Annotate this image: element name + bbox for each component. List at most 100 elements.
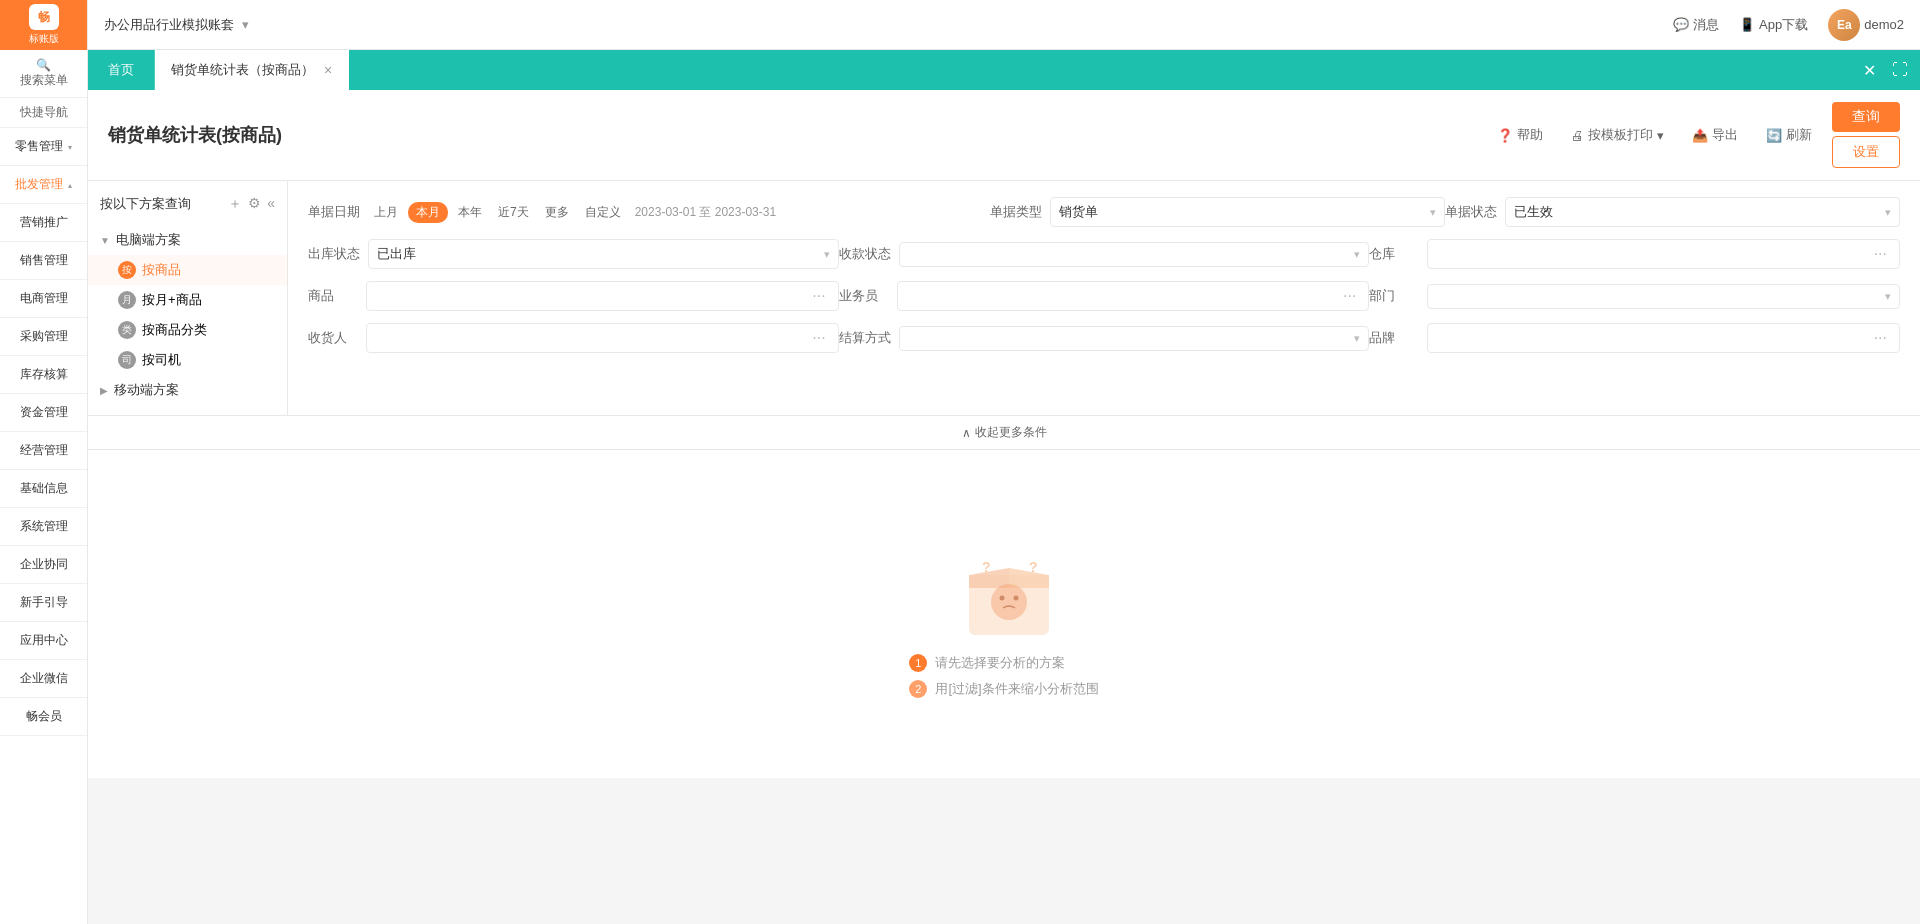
page-header: 销货单统计表(按商品) ❓ 帮助 🖨 按模板打印 ▾ 📤 导出 🔄 刷新: [88, 90, 1920, 181]
sidebar-item-wholesale[interactable]: 批发管理 ▴: [0, 166, 87, 204]
sidebar-item-label: 采购管理: [20, 329, 68, 343]
collect-status-select[interactable]: ▾: [899, 242, 1370, 267]
collapse-btn[interactable]: ∧ 收起更多条件: [962, 424, 1047, 441]
collect-status-chevron-icon: ▾: [1354, 248, 1360, 261]
tab-close-window-btn[interactable]: ✕: [1859, 57, 1880, 84]
tree-item-by-goods[interactable]: 按 按商品: [88, 255, 287, 285]
goods-dots[interactable]: ···: [808, 287, 829, 305]
export-label: 导出: [1712, 126, 1738, 144]
refresh-btn[interactable]: 🔄 刷新: [1758, 122, 1820, 148]
receiver-label: 收货人: [308, 329, 358, 347]
collapse-icon: ∧: [962, 426, 971, 440]
tree-item-by-month-goods[interactable]: 月 按月+商品: [88, 285, 287, 315]
export-btn[interactable]: 📤 导出: [1684, 122, 1746, 148]
filter-section: 按以下方案查询 ＋ ⚙ « ▼ 电脑端方案 按 按商品: [88, 181, 1920, 416]
sidebar-item-ops[interactable]: 经营管理: [0, 432, 87, 470]
salesperson-dots[interactable]: ···: [1339, 287, 1360, 305]
tree-item-icon: 类: [118, 321, 136, 339]
sidebar-item-sales[interactable]: 销售管理: [0, 242, 87, 280]
warehouse-dots[interactable]: ···: [1870, 245, 1891, 263]
logo-label: 标账版: [29, 32, 59, 46]
out-status-select[interactable]: 已出库 ▾: [368, 239, 839, 269]
print-btn[interactable]: 🖨 按模板打印 ▾: [1563, 122, 1672, 148]
print-icon: 🖨: [1571, 128, 1584, 143]
filter-field-date: 单据日期 上月 本月 本年 近7天 更多 自定义 2023-03-01 至 20…: [308, 202, 990, 223]
date-label: 单据日期: [308, 203, 360, 221]
brand-dots[interactable]: ···: [1870, 329, 1891, 347]
workspace-dropdown-icon[interactable]: ▾: [242, 17, 249, 32]
sidebar-item-finance[interactable]: 资金管理: [0, 394, 87, 432]
tree-mobile-section[interactable]: ▶ 移动端方案: [88, 375, 287, 405]
dept-chevron-icon: ▾: [1885, 290, 1891, 303]
brand-select[interactable]: ···: [1427, 323, 1900, 353]
add-scheme-icon[interactable]: ＋: [228, 195, 242, 213]
receiver-select[interactable]: ···: [366, 323, 839, 353]
receiver-dots[interactable]: ···: [808, 329, 829, 347]
tree-item-by-cashier[interactable]: 司 按司机: [88, 345, 287, 375]
doc-status-select[interactable]: 已生效 ▾: [1505, 197, 1900, 227]
logo-icon: 畅: [29, 4, 59, 30]
tab-sales-stat[interactable]: 销货单统计表（按商品） ×: [155, 50, 349, 90]
doc-type-select[interactable]: 销货单 ▾: [1050, 197, 1445, 227]
sidebar-item-ecom[interactable]: 电商管理: [0, 280, 87, 318]
sidebar-item-label: 系统管理: [20, 519, 68, 533]
help-btn[interactable]: ❓ 帮助: [1489, 122, 1551, 148]
sidebar-item-wechat[interactable]: 企业微信: [0, 660, 87, 698]
edit-scheme-icon[interactable]: ⚙: [248, 195, 261, 213]
salesperson-select[interactable]: ···: [897, 281, 1370, 311]
tree-item-label: 按月+商品: [142, 291, 202, 309]
tree-mobile-label: 移动端方案: [114, 381, 179, 399]
period-this-month[interactable]: 本月: [408, 202, 448, 223]
chevron-down-icon: ▾: [68, 143, 72, 152]
filter-field-receiver: 收货人 ···: [308, 323, 839, 353]
empty-illustration: ? ?: [944, 530, 1064, 630]
payment-select[interactable]: ▾: [899, 326, 1370, 351]
settings-btn[interactable]: 设置: [1832, 136, 1900, 168]
quick-nav[interactable]: 快捷导航: [0, 98, 87, 128]
app-download-btn[interactable]: 📱 App下载: [1739, 16, 1808, 34]
tree-pc-label: 电脑端方案: [116, 231, 181, 249]
query-btn[interactable]: 查询: [1832, 102, 1900, 132]
tab-close-icon[interactable]: ×: [324, 62, 332, 78]
dept-select[interactable]: ▾: [1427, 284, 1900, 309]
sidebar-item-purchase[interactable]: 采购管理: [0, 318, 87, 356]
search-menu[interactable]: 🔍 搜索菜单: [0, 50, 87, 98]
tab-expand-btn[interactable]: ⛶: [1888, 57, 1912, 83]
sidebar-item-collab[interactable]: 企业协同: [0, 546, 87, 584]
sidebar-item-member[interactable]: 畅会员: [0, 698, 87, 736]
app-download-label: App下载: [1759, 16, 1808, 34]
payment-chevron-icon: ▾: [1354, 332, 1360, 345]
app-logo: 畅 标账版: [0, 0, 87, 50]
refresh-icon: 🔄: [1766, 128, 1782, 143]
sidebar-item-label: 应用中心: [20, 633, 68, 647]
sidebar-item-stock[interactable]: 库存核算: [0, 356, 87, 394]
sidebar-item-label: 畅会员: [26, 709, 62, 723]
user-profile[interactable]: Ea demo2: [1828, 9, 1904, 41]
sidebar-item-system[interactable]: 系统管理: [0, 508, 87, 546]
date-range-text: 2023-03-01 至 2023-03-31: [635, 204, 776, 221]
period-more[interactable]: 更多: [539, 202, 575, 223]
collapse-panel-icon[interactable]: «: [267, 195, 275, 213]
tab-bar: 首页 销货单统计表（按商品） × ✕ ⛶: [88, 50, 1920, 90]
sidebar-item-guide[interactable]: 新手引导: [0, 584, 87, 622]
payment-label: 结算方式: [839, 329, 891, 347]
period-last-7-days[interactable]: 近7天: [492, 202, 535, 223]
sidebar-item-apps[interactable]: 应用中心: [0, 622, 87, 660]
message-btn[interactable]: 💬 消息: [1673, 16, 1719, 34]
user-avatar: Ea: [1828, 9, 1860, 41]
period-last-month[interactable]: 上月: [368, 202, 404, 223]
sidebar-item-marketing[interactable]: 营销推广: [0, 204, 87, 242]
sidebar-item-retail[interactable]: 零售管理 ▾: [0, 128, 87, 166]
filter-field-dept: 部门 ▾: [1369, 284, 1900, 309]
period-custom[interactable]: 自定义: [579, 202, 627, 223]
tab-home[interactable]: 首页: [88, 50, 155, 90]
period-this-year[interactable]: 本年: [452, 202, 488, 223]
tree-item-by-goods-cat[interactable]: 类 按商品分类: [88, 315, 287, 345]
warehouse-select[interactable]: ···: [1427, 239, 1900, 269]
sidebar-item-label: 企业微信: [20, 671, 68, 685]
tree-pc-section[interactable]: ▼ 电脑端方案: [88, 225, 287, 255]
workspace-name: 办公用品行业模拟账套: [104, 16, 234, 34]
collapse-row: ∧ 收起更多条件: [88, 416, 1920, 450]
sidebar-item-basic[interactable]: 基础信息: [0, 470, 87, 508]
goods-select[interactable]: ···: [366, 281, 839, 311]
